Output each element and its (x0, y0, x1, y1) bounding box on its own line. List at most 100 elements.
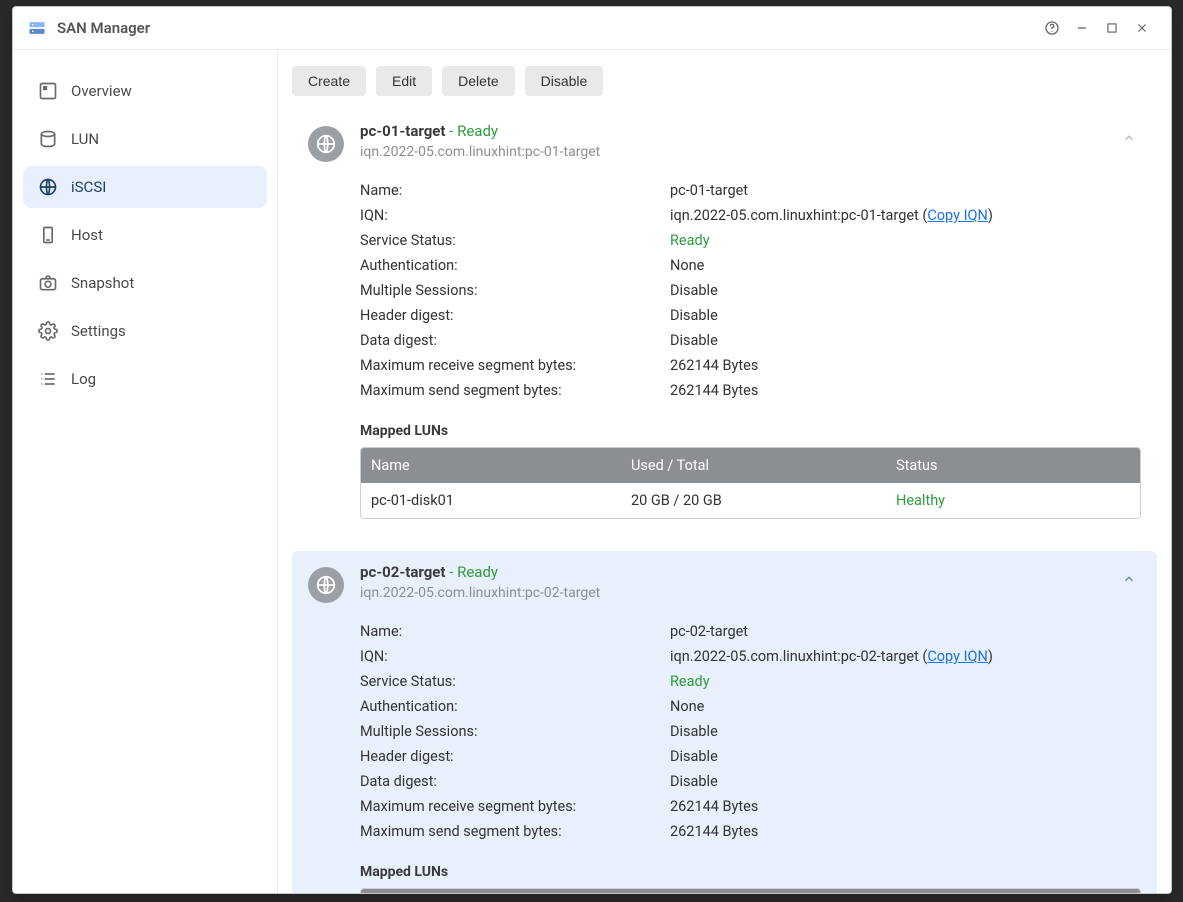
lun-icon (37, 128, 59, 150)
sidebar-item-iscsi[interactable]: iSCSI (23, 166, 267, 208)
target-name: pc-01-target (360, 122, 446, 140)
prop-label-maxsend: Maximum send segment bytes: (360, 823, 670, 840)
sidebar-item-host[interactable]: Host (23, 214, 267, 256)
sidebar: Overview LUN iSCSI Host (13, 50, 278, 893)
target-header: pc-02-target - Ready iqn.2022-05.com.lin… (308, 563, 1141, 603)
close-button[interactable] (1127, 13, 1157, 43)
prop-value-maxrecv: 262144 Bytes (670, 357, 1141, 374)
prop-value-sessions: Disable (670, 282, 1141, 299)
table-header-row: Name Used / Total Status (361, 889, 1140, 893)
overview-icon (37, 80, 59, 102)
edit-button[interactable]: Edit (376, 66, 432, 96)
iscsi-target-card[interactable]: pc-01-target - Ready iqn.2022-05.com.lin… (292, 110, 1157, 541)
table-row[interactable]: pc-01-disk01 20 GB / 20 GB Healthy (361, 483, 1140, 518)
prop-value-sessions: Disable (670, 723, 1141, 740)
iscsi-target-card[interactable]: pc-02-target - Ready iqn.2022-05.com.lin… (292, 551, 1157, 893)
app-title: SAN Manager (57, 19, 1037, 37)
column-header-name[interactable]: Name (371, 457, 631, 474)
titlebar: SAN Manager (13, 7, 1171, 50)
globe-icon (308, 126, 344, 162)
target-iqn: iqn.2022-05.com.linuxhint:pc-01-target (360, 144, 1117, 160)
copy-iqn-link[interactable]: Copy IQN (927, 648, 988, 665)
mapped-luns-heading: Mapped LUNs (360, 423, 1141, 439)
prop-value-iqn: iqn.2022-05.com.linuxhint:pc-02-target (… (670, 648, 1141, 665)
prop-value-hdigest: Disable (670, 748, 1141, 765)
prop-label-sessions: Multiple Sessions: (360, 282, 670, 299)
target-properties: Name:pc-01-target IQN: iqn.2022-05.com.l… (360, 178, 1141, 403)
table-header-row: Name Used / Total Status (361, 448, 1140, 483)
globe-icon (308, 567, 344, 603)
sidebar-item-settings[interactable]: Settings (23, 310, 267, 352)
lun-status: Healthy (896, 492, 1130, 509)
target-name: pc-02-target (360, 563, 446, 581)
disable-button[interactable]: Disable (525, 66, 604, 96)
gear-icon (37, 320, 59, 342)
iscsi-icon (37, 176, 59, 198)
prop-value-status: Ready (670, 673, 1141, 690)
log-icon (37, 368, 59, 390)
prop-value-status: Ready (670, 232, 1141, 249)
prop-label-ddigest: Data digest: (360, 332, 670, 349)
prop-label-sessions: Multiple Sessions: (360, 723, 670, 740)
lun-name: pc-01-disk01 (371, 492, 631, 509)
prop-label-auth: Authentication: (360, 257, 670, 274)
prop-label-hdigest: Header digest: (360, 307, 670, 324)
prop-label-ddigest: Data digest: (360, 773, 670, 790)
prop-value-hdigest: Disable (670, 307, 1141, 324)
delete-button[interactable]: Delete (442, 66, 514, 96)
prop-label-name: Name: (360, 623, 670, 640)
prop-value-iqn: iqn.2022-05.com.linuxhint:pc-01-target (… (670, 207, 1141, 224)
snapshot-icon (37, 272, 59, 294)
minimize-button[interactable] (1067, 13, 1097, 43)
column-header-used[interactable]: Used / Total (631, 457, 896, 474)
sidebar-item-label: Overview (71, 82, 132, 100)
sidebar-item-label: Snapshot (71, 274, 134, 292)
toolbar: Create Edit Delete Disable (292, 66, 1157, 96)
sidebar-item-snapshot[interactable]: Snapshot (23, 262, 267, 304)
prop-value-auth: None (670, 698, 1141, 715)
sidebar-item-overview[interactable]: Overview (23, 70, 267, 112)
target-status: Ready (457, 563, 498, 581)
main-content: Create Edit Delete Disable pc-01-target … (278, 50, 1171, 893)
host-icon (37, 224, 59, 246)
prop-value-auth: None (670, 257, 1141, 274)
prop-value-maxsend: 262144 Bytes (670, 382, 1141, 399)
prop-value-name: pc-01-target (670, 182, 1141, 199)
prop-label-maxsend: Maximum send segment bytes: (360, 382, 670, 399)
san-manager-window: SAN Manager Overview (12, 6, 1172, 894)
sidebar-item-log[interactable]: Log (23, 358, 267, 400)
create-button[interactable]: Create (292, 66, 366, 96)
target-iqn: iqn.2022-05.com.linuxhint:pc-02-target (360, 585, 1117, 601)
lun-used-total: 20 GB / 20 GB (631, 492, 896, 509)
target-header: pc-01-target - Ready iqn.2022-05.com.lin… (308, 122, 1141, 162)
mapped-luns-heading: Mapped LUNs (360, 864, 1141, 880)
prop-value-ddigest: Disable (670, 332, 1141, 349)
chevron-up-icon[interactable] (1117, 567, 1141, 591)
sidebar-item-label: LUN (71, 130, 99, 148)
prop-label-name: Name: (360, 182, 670, 199)
prop-value-maxsend: 262144 Bytes (670, 823, 1141, 840)
sidebar-item-label: Log (71, 370, 96, 388)
prop-value-ddigest: Disable (670, 773, 1141, 790)
app-icon (27, 18, 47, 38)
help-button[interactable] (1037, 13, 1067, 43)
prop-value-maxrecv: 262144 Bytes (670, 798, 1141, 815)
prop-label-status: Service Status: (360, 673, 670, 690)
column-header-status[interactable]: Status (896, 457, 1130, 474)
copy-iqn-link[interactable]: Copy IQN (927, 207, 988, 224)
sidebar-item-label: Settings (71, 322, 126, 340)
prop-label-maxrecv: Maximum receive segment bytes: (360, 357, 670, 374)
maximize-button[interactable] (1097, 13, 1127, 43)
sidebar-item-label: iSCSI (71, 178, 106, 196)
prop-label-maxrecv: Maximum receive segment bytes: (360, 798, 670, 815)
prop-label-hdigest: Header digest: (360, 748, 670, 765)
mapped-luns-table: Name Used / Total Status pc-01-disk01 20… (360, 447, 1141, 519)
target-status: Ready (457, 122, 498, 140)
mapped-luns-table: Name Used / Total Status pc-02-disk01 20… (360, 888, 1141, 893)
prop-label-iqn: IQN: (360, 648, 670, 665)
sidebar-item-lun[interactable]: LUN (23, 118, 267, 160)
target-properties: Name:pc-02-target IQN: iqn.2022-05.com.l… (360, 619, 1141, 844)
prop-label-iqn: IQN: (360, 207, 670, 224)
chevron-up-icon[interactable] (1117, 126, 1141, 150)
sidebar-item-label: Host (71, 226, 103, 244)
